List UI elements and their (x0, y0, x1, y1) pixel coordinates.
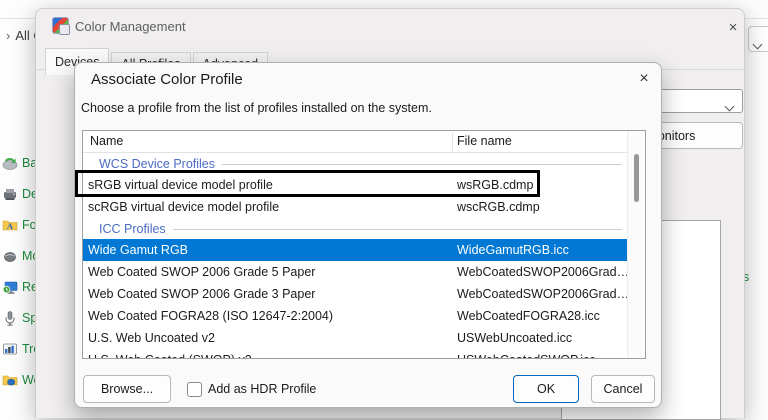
background-dropdown[interactable] (748, 26, 768, 52)
group-header-rule (173, 229, 622, 230)
chevron-down-icon (726, 97, 733, 115)
ok-button[interactable]: OK (513, 375, 579, 403)
speech-icon (2, 310, 18, 326)
svg-text:A: A (7, 221, 14, 231)
profile-row-srgb[interactable]: sRGB virtual device model profile wsRGB.… (83, 174, 628, 196)
profile-row-fogra28[interactable]: Web Coated FOGRA28 (ISO 12647-2:2004) We… (83, 305, 628, 327)
breadcrumb[interactable]: › All C (6, 28, 36, 43)
work-folders-icon (2, 372, 18, 388)
group-header-rule (222, 164, 622, 165)
background-toolbar-divider-right (745, 18, 768, 19)
group-header-icc: ICC Profiles (83, 218, 628, 239)
window-title: Color Management (75, 19, 186, 34)
control-panel-item-speech[interactable]: Spe (2, 307, 38, 329)
mouse-icon (2, 248, 18, 264)
column-divider[interactable] (452, 133, 453, 151)
troubleshooting-icon (2, 341, 18, 357)
group-header-wcs: WCS Device Profiles (83, 153, 628, 174)
profile-row-us-web-uncoated[interactable]: U.S. Web Uncoated v2 USWebUncoated.icc (83, 327, 628, 349)
profile-list-header: Name File name (83, 131, 645, 153)
control-panel-item-mouse[interactable]: Mo (2, 245, 38, 267)
control-panel-item-troubleshooting[interactable]: Tro (2, 338, 38, 360)
close-icon: × (639, 70, 648, 88)
devices-icon (2, 186, 18, 202)
control-panel-item-fonts[interactable]: A For (2, 214, 38, 236)
associate-color-profile-dialog: Associate Color Profile × Choose a profi… (74, 62, 662, 408)
profile-list: Name File name WCS Device Profiles sRGB … (82, 130, 646, 359)
background-toolbar-divider (0, 18, 36, 19)
profile-rows: WCS Device Profiles sRGB virtual device … (83, 153, 628, 359)
color-management-app-icon (52, 17, 69, 34)
dialog-instruction: Choose a profile from the list of profil… (81, 101, 432, 115)
add-hdr-profile-checkbox[interactable] (187, 382, 202, 397)
fonts-icon: A (2, 217, 18, 233)
column-header-file-name[interactable]: File name (457, 134, 512, 148)
dialog-title: Associate Color Profile (91, 71, 243, 88)
close-icon: × (729, 19, 738, 36)
profile-row-us-web-coated-clipped[interactable]: U.S. Web Coated (SWOP) v2 USWebCoatedSWO… (83, 349, 628, 359)
profile-row-scrgb[interactable]: scRGB virtual device model profile wscRG… (83, 196, 628, 218)
column-header-name[interactable]: Name (90, 134, 123, 148)
scrollbar-thumb[interactable] (634, 154, 639, 202)
control-panel-item-work-folders[interactable]: Wo (2, 369, 38, 391)
group-header-label: WCS Device Profiles (99, 157, 215, 171)
profile-row-swop-grade5[interactable]: Web Coated SWOP 2006 Grade 5 Paper WebCo… (83, 261, 628, 283)
control-panel-item-backup[interactable]: Bac (2, 152, 38, 174)
breadcrumb-chevron-icon: › (6, 28, 10, 43)
backup-icon (2, 155, 18, 171)
control-panel-item-recovery[interactable]: Rec (2, 276, 38, 298)
breadcrumb-label: All C (15, 28, 36, 43)
profile-row-swop-grade3[interactable]: Web Coated SWOP 2006 Grade 3 Paper WebCo… (83, 283, 628, 305)
window-close-button[interactable]: × (719, 15, 747, 39)
group-header-label: ICC Profiles (99, 222, 166, 236)
cancel-button[interactable]: Cancel (591, 375, 655, 403)
browse-button[interactable]: Browse... (83, 375, 171, 403)
profile-row-wide-gamut-rgb-selected[interactable]: Wide Gamut RGB WideGamutRGB.icc (83, 239, 628, 261)
control-panel-item-devices[interactable]: De (2, 183, 38, 205)
scrollbar-track[interactable] (627, 131, 645, 359)
control-panel-item-list: Bac De A For Mo Rec Spe Tro Wo (2, 152, 38, 400)
recovery-icon (2, 279, 18, 295)
add-hdr-profile-label[interactable]: Add as HDR Profile (208, 382, 316, 396)
dialog-close-button[interactable]: × (631, 66, 657, 92)
chevron-down-icon (754, 35, 761, 53)
